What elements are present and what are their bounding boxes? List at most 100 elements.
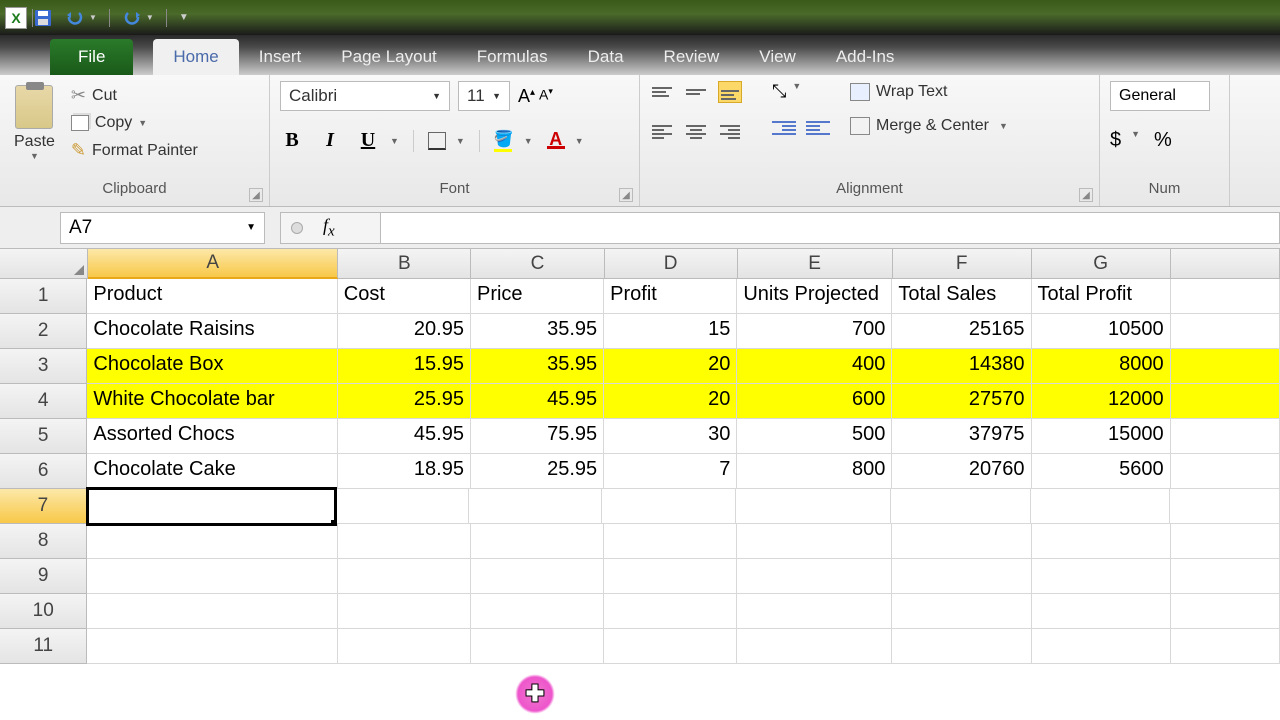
- align-right-button[interactable]: [718, 121, 742, 143]
- cell[interactable]: Chocolate Cake: [87, 454, 337, 489]
- cell[interactable]: 27570: [892, 384, 1031, 419]
- cell[interactable]: [1031, 489, 1171, 524]
- shrink-font-button[interactable]: A▾: [539, 86, 553, 107]
- cell[interactable]: [335, 489, 469, 524]
- cell[interactable]: [1032, 524, 1171, 559]
- insert-function-button[interactable]: fx: [280, 212, 380, 244]
- tab-addins[interactable]: Add-Ins: [816, 39, 915, 75]
- row-header-9[interactable]: 9: [0, 559, 87, 594]
- cell[interactable]: [892, 629, 1031, 664]
- cell[interactable]: 18.95: [338, 454, 471, 489]
- column-header-F[interactable]: F: [893, 249, 1032, 279]
- column-header-C[interactable]: C: [471, 249, 604, 279]
- cell[interactable]: 8000: [1032, 349, 1171, 384]
- cell[interactable]: [1171, 384, 1280, 419]
- cell[interactable]: [1171, 279, 1280, 314]
- cell[interactable]: 45.95: [471, 384, 604, 419]
- orientation-button[interactable]: ⤡: [772, 81, 786, 103]
- cell[interactable]: [1171, 454, 1280, 489]
- cell[interactable]: 600: [737, 384, 892, 419]
- borders-button[interactable]: [428, 132, 446, 150]
- fill-color-button[interactable]: 🪣: [494, 129, 514, 152]
- cell[interactable]: 20: [604, 384, 737, 419]
- align-bottom-button[interactable]: [718, 81, 742, 103]
- cell[interactable]: [1032, 629, 1171, 664]
- cell[interactable]: [604, 559, 737, 594]
- cell[interactable]: 20.95: [338, 314, 471, 349]
- cell[interactable]: [87, 629, 337, 664]
- cell[interactable]: [737, 559, 892, 594]
- cell[interactable]: [737, 594, 892, 629]
- cell[interactable]: White Chocolate bar: [87, 384, 337, 419]
- format-painter-button[interactable]: ✎Format Painter: [71, 140, 198, 161]
- cell[interactable]: [86, 487, 337, 526]
- cell[interactable]: 35.95: [471, 349, 604, 384]
- cell[interactable]: 5600: [1032, 454, 1171, 489]
- cell[interactable]: 25165: [892, 314, 1031, 349]
- cell[interactable]: 12000: [1032, 384, 1171, 419]
- save-icon[interactable]: [33, 8, 53, 28]
- cell[interactable]: Assorted Chocs: [87, 419, 337, 454]
- cell[interactable]: Total Profit: [1032, 279, 1171, 314]
- cell[interactable]: Units Projected: [737, 279, 892, 314]
- row-header-5[interactable]: 5: [0, 419, 87, 454]
- cell[interactable]: 30: [604, 419, 737, 454]
- align-left-button[interactable]: [650, 121, 674, 143]
- column-header-B[interactable]: B: [338, 249, 471, 279]
- cell[interactable]: 35.95: [471, 314, 604, 349]
- cell[interactable]: Profit: [604, 279, 737, 314]
- tab-file[interactable]: File: [50, 39, 133, 75]
- align-center-button[interactable]: [684, 121, 708, 143]
- cell[interactable]: [736, 489, 892, 524]
- cell[interactable]: [1171, 629, 1280, 664]
- cell[interactable]: 10500: [1032, 314, 1171, 349]
- cell[interactable]: [338, 629, 471, 664]
- column-header-extra[interactable]: [1171, 249, 1280, 279]
- row-header-6[interactable]: 6: [0, 454, 87, 489]
- cell[interactable]: [1171, 349, 1280, 384]
- tab-formulas[interactable]: Formulas: [457, 39, 568, 75]
- cell[interactable]: Chocolate Raisins: [87, 314, 337, 349]
- cell[interactable]: 14380: [892, 349, 1031, 384]
- cell[interactable]: [471, 524, 604, 559]
- font-dialog-launcher[interactable]: ◢: [619, 188, 633, 202]
- row-header-3[interactable]: 3: [0, 349, 87, 384]
- cell[interactable]: [892, 559, 1031, 594]
- cell[interactable]: [87, 559, 337, 594]
- align-top-button[interactable]: [650, 81, 674, 103]
- cell[interactable]: Price: [471, 279, 604, 314]
- cell[interactable]: [338, 524, 471, 559]
- copy-button[interactable]: Copy▼: [71, 114, 198, 132]
- percent-button[interactable]: %: [1154, 129, 1172, 152]
- cell[interactable]: 45.95: [338, 419, 471, 454]
- cell[interactable]: 400: [737, 349, 892, 384]
- cell[interactable]: [471, 594, 604, 629]
- row-header-11[interactable]: 11: [0, 629, 87, 664]
- select-all-corner[interactable]: [0, 249, 88, 279]
- cell[interactable]: 20: [604, 349, 737, 384]
- font-name-combo[interactable]: Calibri▼: [280, 81, 450, 111]
- decrease-indent-button[interactable]: [772, 121, 796, 141]
- number-format-combo[interactable]: General: [1110, 81, 1210, 111]
- cell[interactable]: [892, 594, 1031, 629]
- row-header-10[interactable]: 10: [0, 594, 87, 629]
- cell[interactable]: Chocolate Box: [87, 349, 337, 384]
- cell[interactable]: [471, 629, 604, 664]
- cell[interactable]: [471, 559, 604, 594]
- row-header-1[interactable]: 1: [0, 279, 87, 314]
- formula-input[interactable]: [380, 212, 1280, 244]
- currency-button[interactable]: $: [1110, 129, 1121, 152]
- cell[interactable]: [87, 524, 337, 559]
- cell[interactable]: [87, 594, 337, 629]
- cell[interactable]: 20760: [892, 454, 1031, 489]
- paste-button[interactable]: Paste ▼: [10, 81, 59, 180]
- tab-data[interactable]: Data: [568, 39, 644, 75]
- cell[interactable]: [338, 594, 471, 629]
- tab-view[interactable]: View: [739, 39, 816, 75]
- cell[interactable]: 75.95: [471, 419, 604, 454]
- tab-insert[interactable]: Insert: [239, 39, 322, 75]
- cell[interactable]: [604, 594, 737, 629]
- italic-button[interactable]: I: [318, 129, 342, 152]
- cell[interactable]: [737, 524, 892, 559]
- cell[interactable]: [1032, 559, 1171, 594]
